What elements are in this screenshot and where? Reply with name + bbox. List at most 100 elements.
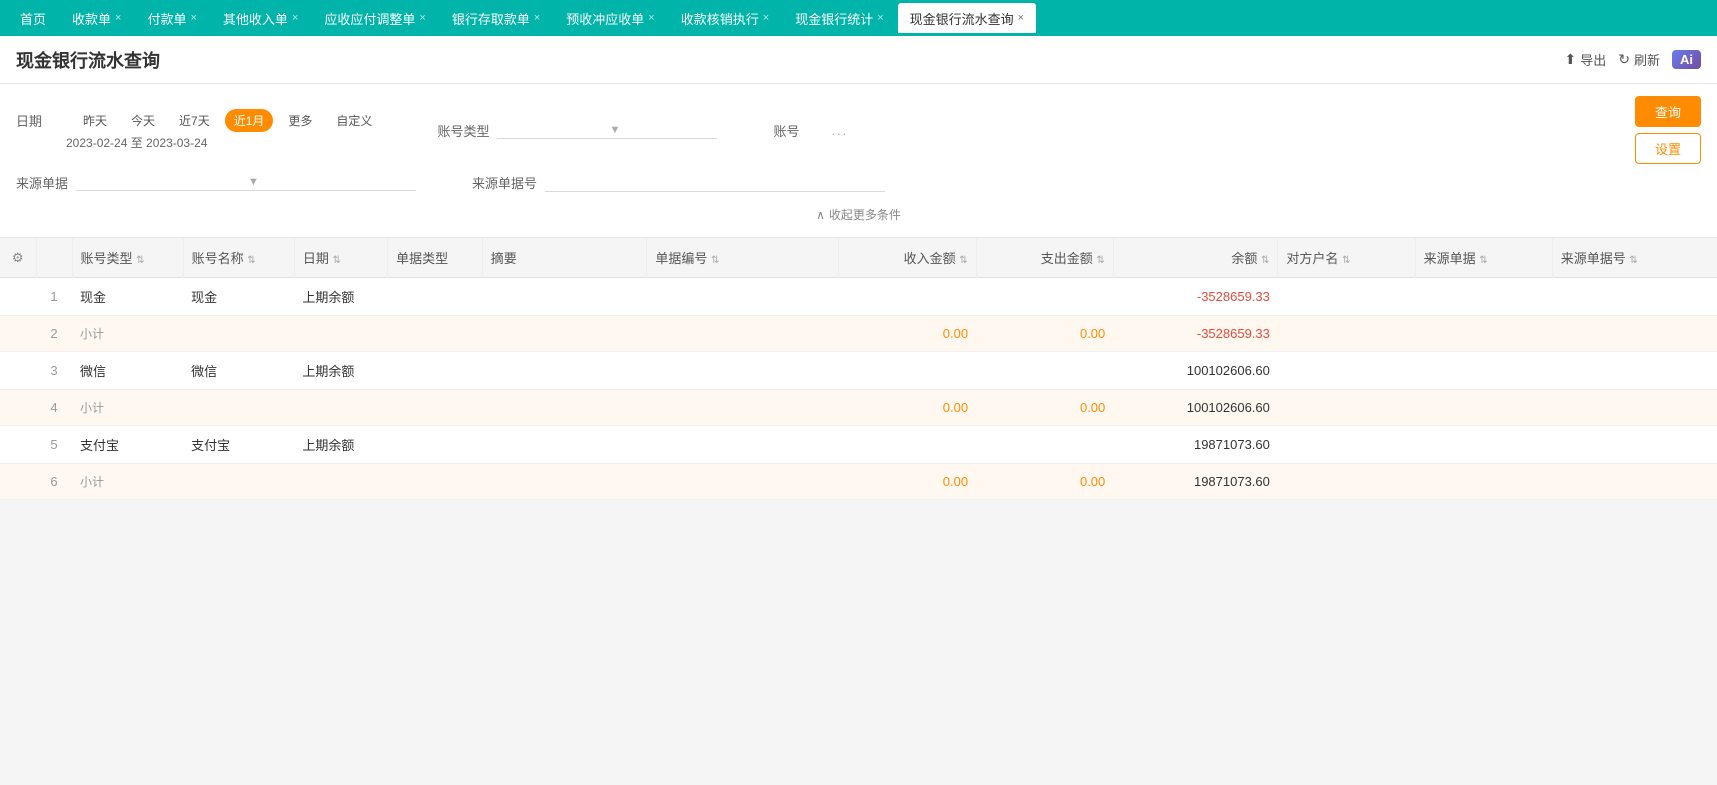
cell-num-4: 5 <box>36 426 72 464</box>
cell-counterparty-2 <box>1278 352 1415 390</box>
th-source-doc-no[interactable]: 来源单据号 ⇅ <box>1552 238 1717 278</box>
cell-expense-5: 0.00 <box>976 464 1113 500</box>
nav-tab-close-1[interactable]: × <box>190 12 196 24</box>
refresh-icon: ↻ <box>1618 51 1630 68</box>
nav-tab-1[interactable]: 付款单 × <box>135 3 208 33</box>
th-date[interactable]: 日期 ⇅ <box>294 238 387 278</box>
nav-tab-3[interactable]: 应收应付调整单 × <box>312 3 437 33</box>
date-btn-yesterday[interactable]: 昨天 <box>74 109 116 132</box>
cell-balance-3: 100102606.60 <box>1113 390 1278 426</box>
nav-tab-label-6: 收款核销执行 <box>681 9 759 28</box>
cell-source-doc-no-2 <box>1552 352 1717 390</box>
nav-tab-0[interactable]: 收款单 × <box>60 3 133 33</box>
th-counterparty-label: 对方户名 <box>1286 251 1338 266</box>
account-dots[interactable]: ... <box>831 123 848 138</box>
cell-counterparty-0 <box>1278 278 1415 316</box>
ai-button[interactable]: Ai <box>1672 50 1701 69</box>
nav-tab-7[interactable]: 现金银行统计 × <box>783 3 895 33</box>
date-btn-custom[interactable]: 自定义 <box>327 109 381 132</box>
cell-account-name-1 <box>183 316 294 352</box>
cell-date-1 <box>294 316 387 352</box>
collapse-button[interactable]: ∧ 收起更多条件 <box>16 200 1701 225</box>
source-doc-num-input[interactable] <box>545 172 885 192</box>
date-btn-more[interactable]: 更多 <box>279 109 321 132</box>
cell-summary-4 <box>482 426 647 464</box>
nav-tab-8[interactable]: 现金银行流水查询 × <box>898 3 1036 33</box>
th-account-name[interactable]: 账号名称 ⇅ <box>183 238 294 278</box>
cell-gear-0 <box>0 278 36 316</box>
cell-account-name-5 <box>183 464 294 500</box>
cell-account-type-5: 小计 <box>72 464 183 500</box>
gear-icon[interactable]: ⚙ <box>12 250 24 265</box>
cell-gear-3 <box>0 390 36 426</box>
cell-counterparty-3 <box>1278 390 1415 426</box>
th-source-doc-label: 来源单据 <box>1424 251 1476 266</box>
date-btn-today[interactable]: 今天 <box>122 109 164 132</box>
query-button[interactable]: 查询 <box>1635 96 1701 127</box>
page-title: 现金银行流水查询 <box>16 47 160 73</box>
cell-balance-1: -3528659.33 <box>1113 316 1278 352</box>
date-btn-1month[interactable]: 近1月 <box>225 109 274 132</box>
collapse-label: 收起更多条件 <box>829 206 901 223</box>
account-label: 账号 <box>773 121 823 140</box>
nav-tab-close-7[interactable]: × <box>877 12 883 24</box>
nav-tab-6[interactable]: 收款核销执行 × <box>669 3 781 33</box>
cell-num-5: 6 <box>36 464 72 500</box>
cell-account-name-0: 现金 <box>183 278 294 316</box>
th-summary: 摘要 <box>482 238 647 278</box>
nav-tab-close-0[interactable]: × <box>115 12 121 24</box>
settings-button[interactable]: 设置 <box>1635 133 1701 164</box>
cell-date-0: 上期余额 <box>294 278 387 316</box>
nav-tab-close-6[interactable]: × <box>763 12 769 24</box>
th-account-type-label: 账号类型 <box>81 251 133 266</box>
nav-tab-close-8[interactable]: × <box>1018 12 1024 24</box>
cell-counterparty-1 <box>1278 316 1415 352</box>
th-date-label: 日期 <box>303 251 329 266</box>
cell-balance-2: 100102606.60 <box>1113 352 1278 390</box>
nav-tab-4[interactable]: 银行存取款单 × <box>440 3 552 33</box>
nav-tab-2[interactable]: 其他收入单 × <box>211 3 310 33</box>
th-counterparty[interactable]: 对方户名 ⇅ <box>1278 238 1415 278</box>
cell-account-type-3: 小计 <box>72 390 183 426</box>
nav-tab-close-4[interactable]: × <box>534 12 540 24</box>
table-row: 4 小计 0.00 0.00 100102606.60 <box>0 390 1717 426</box>
cell-num-1: 2 <box>36 316 72 352</box>
nav-tab-5[interactable]: 预收冲应收单 × <box>554 3 666 33</box>
cell-date-3 <box>294 390 387 426</box>
th-doc-no[interactable]: 单据编号 ⇅ <box>647 238 839 278</box>
nav-home[interactable]: 首页 <box>8 9 58 28</box>
th-expense[interactable]: 支出金额 ⇅ <box>976 238 1113 278</box>
cell-doc-type-0 <box>388 278 483 316</box>
cell-balance-0: -3528659.33 <box>1113 278 1278 316</box>
date-btn-7days[interactable]: 近7天 <box>170 109 219 132</box>
export-button[interactable]: ⬆ 导出 <box>1565 50 1607 69</box>
th-source-doc[interactable]: 来源单据 ⇅ <box>1415 238 1552 278</box>
th-account-name-label: 账号名称 <box>192 251 244 266</box>
cell-counterparty-4 <box>1278 426 1415 464</box>
account-type-select[interactable]: ▼ <box>497 122 717 139</box>
nav-tab-close-5[interactable]: × <box>648 12 654 24</box>
cell-counterparty-5 <box>1278 464 1415 500</box>
sort-icon-account-type: ⇅ <box>136 255 144 266</box>
table-row: 2 小计 0.00 0.00 -3528659.33 <box>0 316 1717 352</box>
collapse-up-icon: ∧ <box>816 208 825 222</box>
th-doc-type[interactable]: 单据类型 <box>388 238 483 278</box>
cell-summary-2 <box>482 352 647 390</box>
source-doc-select[interactable]: ▼ <box>76 174 416 191</box>
cell-doc-no-0 <box>647 278 839 316</box>
th-balance[interactable]: 余额 ⇅ <box>1113 238 1278 278</box>
header-actions: ⬆ 导出 ↻ 刷新 Ai <box>1565 50 1702 69</box>
nav-tab-close-2[interactable]: × <box>292 12 298 24</box>
nav-tab-close-3[interactable]: × <box>419 12 425 24</box>
th-income[interactable]: 收入金额 ⇅ <box>839 238 976 278</box>
date-filter-label: 日期 <box>16 111 66 130</box>
sort-icon-date: ⇅ <box>332 255 340 266</box>
filter-area: 日期 昨天 今天 近7天 近1月 更多 自定义 2023-02-24 至 202… <box>0 84 1717 238</box>
th-doc-type-label: 单据类型 <box>396 251 448 266</box>
th-gear[interactable]: ⚙ <box>0 238 36 278</box>
export-label: 导出 <box>1580 50 1606 69</box>
cell-account-type-4: 支付宝 <box>72 426 183 464</box>
refresh-button[interactable]: ↻ 刷新 <box>1618 50 1660 69</box>
th-account-type[interactable]: 账号类型 ⇅ <box>72 238 183 278</box>
cell-source-doc-no-1 <box>1552 316 1717 352</box>
